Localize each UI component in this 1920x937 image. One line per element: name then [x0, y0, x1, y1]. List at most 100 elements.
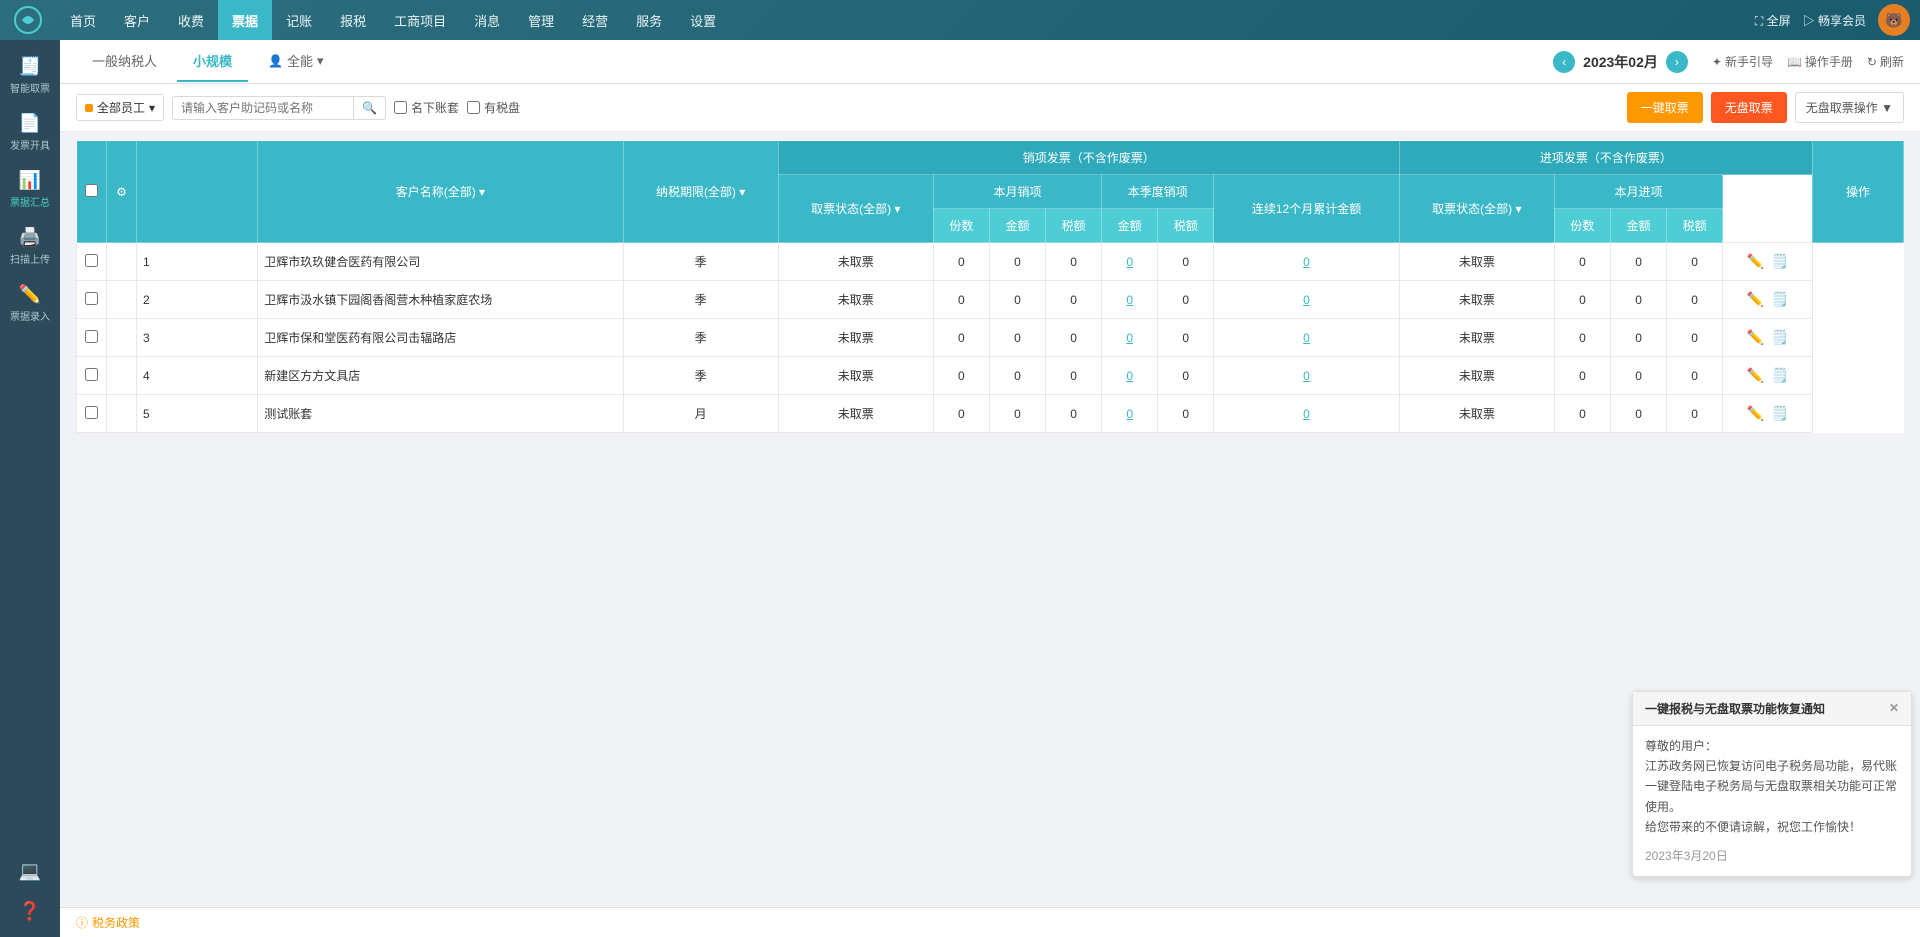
policy-link[interactable]: 税务政策	[92, 914, 140, 931]
col-settings[interactable]: ⚙	[107, 141, 137, 243]
detail-btn[interactable]: 🗒️	[1769, 403, 1790, 424]
one-click-btn[interactable]: 一键取票	[1627, 92, 1703, 123]
header-actions: ✦ 新手引导 📖 操作手册 ↻ 刷新	[1712, 53, 1904, 70]
row-checkbox-cell[interactable]	[77, 357, 107, 395]
row-monthly-tax-sales: 0	[1046, 395, 1102, 433]
row-num: 2	[137, 281, 258, 319]
row-cancel-status-input: 未取票	[1399, 395, 1554, 433]
sidebar-help-icon[interactable]: ❓	[14, 895, 46, 927]
select-all-checkbox[interactable]	[85, 184, 98, 197]
search-button[interactable]: 🔍	[353, 97, 385, 119]
manual-link[interactable]: 📖 操作手册	[1787, 53, 1853, 70]
row-cancel-status-sales: 未取票	[778, 319, 933, 357]
row-cancel-status-input: 未取票	[1399, 243, 1554, 281]
sidebar-item-invoice-entry[interactable]: ✏️ 票据录入	[2, 276, 58, 331]
row-checkbox-cell[interactable]	[77, 395, 107, 433]
row-checkbox-cell[interactable]	[77, 319, 107, 357]
guide-link[interactable]: ✦ 新手引导	[1712, 53, 1773, 70]
col-client-header: 客户名称(全部) ▾	[258, 141, 623, 243]
nav-invoice[interactable]: 票据	[218, 0, 272, 40]
detail-btn[interactable]: 🗒️	[1769, 251, 1790, 272]
col-sales-group-header: 销项发票（不含作废票）	[778, 141, 1399, 175]
sidebar-item-scan-upload[interactable]: 🖨️ 扫描上传	[2, 219, 58, 274]
row-cumulative-12month: 0	[1214, 357, 1399, 395]
search-box: 🔍	[172, 96, 386, 120]
row-monthly-shares-sales: 0	[933, 395, 989, 433]
account-filter-checkbox[interactable]: 名下账套	[394, 99, 459, 116]
row-settings-cell	[107, 243, 137, 281]
tab-general-taxpayer[interactable]: 一般纳税人	[76, 41, 173, 82]
detail-btn[interactable]: 🗒️	[1769, 365, 1790, 386]
row-quarterly-amount-sales: 0	[1102, 243, 1158, 281]
period-next-btn[interactable]: ›	[1666, 51, 1688, 73]
row-checkbox[interactable]	[85, 368, 98, 381]
nav-client[interactable]: 客户	[110, 0, 164, 40]
sidebar-item-invoice-summary[interactable]: 📊 票据汇总	[2, 162, 58, 217]
nav-commerce[interactable]: 工商项目	[380, 0, 460, 40]
row-checkbox[interactable]	[85, 406, 98, 419]
account-checkbox-input[interactable]	[394, 101, 407, 114]
row-checkbox-cell[interactable]	[77, 281, 107, 319]
tax-disk-filter-checkbox[interactable]: 有税盘	[467, 99, 520, 116]
row-quarterly-tax-sales: 0	[1158, 281, 1214, 319]
nav-bookkeeping[interactable]: 记账	[272, 0, 326, 40]
row-monthly-shares-input: 0	[1554, 357, 1610, 395]
edit-btn[interactable]: ✏️	[1744, 251, 1765, 272]
tab-dropdown-icon: ▾	[317, 53, 324, 69]
nav-items: 首页 客户 收费 票据 记账 报税 工商项目 消息 管理 经营 服务 设置	[56, 0, 1755, 40]
employee-filter[interactable]: 全部员工 ▾	[76, 94, 164, 121]
col-quarterly-sales-tax: 税额	[1158, 209, 1214, 243]
tab-small-scale[interactable]: 小规模	[177, 41, 248, 82]
invoice-summary-icon: 📊	[19, 170, 41, 191]
edit-btn[interactable]: ✏️	[1744, 365, 1765, 386]
row-checkbox-cell[interactable]	[77, 243, 107, 281]
refresh-link[interactable]: ↻ 刷新	[1867, 53, 1904, 70]
search-input[interactable]	[173, 97, 353, 119]
nav-tax[interactable]: 报税	[326, 0, 380, 40]
row-settings-cell	[107, 395, 137, 433]
row-monthly-tax-sales: 0	[1046, 319, 1102, 357]
detail-btn[interactable]: 🗒️	[1769, 327, 1790, 348]
nav-operation[interactable]: 经营	[568, 0, 622, 40]
nav-service[interactable]: 服务	[622, 0, 676, 40]
notification-close-icon[interactable]: ✕	[1889, 701, 1899, 715]
table-row: 1 卫辉市玖玖健合医药有限公司 季 未取票 0 0 0 0 0 0 未取票 0 …	[77, 243, 1904, 281]
user-avatar[interactable]: 🐻	[1878, 4, 1910, 36]
row-cancel-status-input: 未取票	[1399, 357, 1554, 395]
tab-all-icon: 👤	[268, 54, 283, 68]
row-num: 1	[137, 243, 258, 281]
top-nav: 首页 客户 收费 票据 记账 报税 工商项目 消息 管理 经营 服务 设置 ⛶ …	[0, 0, 1920, 40]
row-checkbox[interactable]	[85, 254, 98, 267]
nav-management[interactable]: 管理	[514, 0, 568, 40]
row-monthly-amount-input: 0	[1610, 319, 1666, 357]
nav-fee[interactable]: 收费	[164, 0, 218, 40]
row-checkbox[interactable]	[85, 292, 98, 305]
nav-home[interactable]: 首页	[56, 0, 110, 40]
edit-btn[interactable]: ✏️	[1744, 289, 1765, 310]
sidebar-monitor-icon[interactable]: 💻	[14, 855, 46, 887]
row-monthly-tax-input: 0	[1667, 395, 1723, 433]
nav-message[interactable]: 消息	[460, 0, 514, 40]
detail-btn[interactable]: 🗒️	[1769, 289, 1790, 310]
nav-settings[interactable]: 设置	[676, 0, 730, 40]
edit-btn[interactable]: ✏️	[1744, 327, 1765, 348]
sidebar-item-smart-invoice[interactable]: 🧾 智能取票	[2, 48, 58, 103]
row-monthly-tax-sales: 0	[1046, 243, 1102, 281]
member-btn[interactable]: ▷ 畅享会员	[1803, 12, 1866, 29]
period-prev-btn[interactable]: ‹	[1553, 51, 1575, 73]
no-disk-ops-btn[interactable]: 无盘取票操作 ▼	[1795, 92, 1904, 123]
fullscreen-btn[interactable]: ⛶ 全屏	[1755, 12, 1791, 29]
row-client: 卫辉市保和堂医药有限公司击辐路店	[258, 319, 623, 357]
edit-btn[interactable]: ✏️	[1744, 403, 1765, 424]
col-check	[77, 141, 107, 243]
sidebar-item-issue-invoice[interactable]: 📄 发票开具	[2, 105, 58, 160]
row-monthly-amount-input: 0	[1610, 281, 1666, 319]
tab-all[interactable]: 👤 全能 ▾	[252, 41, 340, 82]
row-quarterly-amount-sales: 0	[1102, 319, 1158, 357]
no-disk-btn[interactable]: 无盘取票	[1711, 92, 1787, 123]
row-cancel-status-input: 未取票	[1399, 281, 1554, 319]
row-checkbox[interactable]	[85, 330, 98, 343]
tax-disk-checkbox-input[interactable]	[467, 101, 480, 114]
notification-content: 尊敬的用户： 江苏政务网已恢复访问电子税务局功能，易代账一键登陆电子税务局与无盘…	[1645, 736, 1899, 838]
row-settings-cell	[107, 319, 137, 357]
